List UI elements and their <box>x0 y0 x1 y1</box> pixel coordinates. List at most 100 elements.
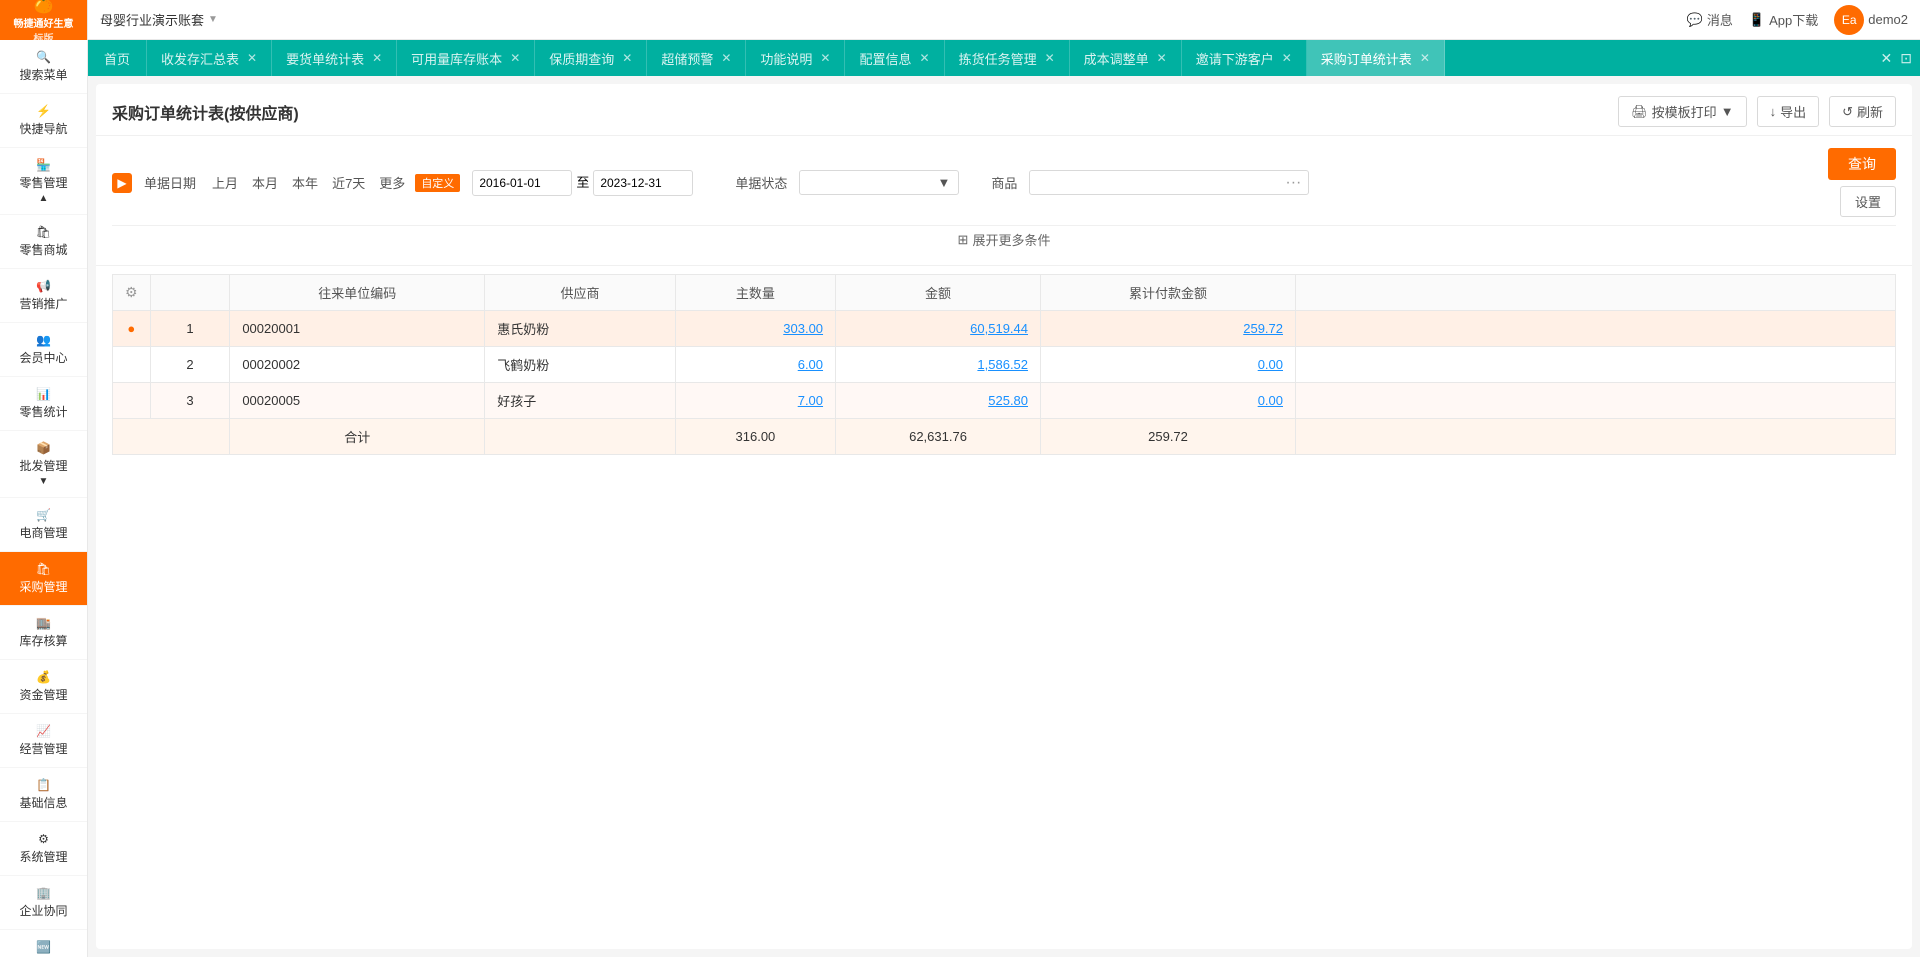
tab-cost-adjust[interactable]: 成本调整单 ✕ <box>1070 40 1182 76</box>
filter-toggle-button[interactable]: ▶ <box>112 173 132 193</box>
tab-purchase-stat[interactable]: 采购订单统计表 ✕ <box>1307 40 1445 76</box>
table-row[interactable]: 2 00020002 飞鹤奶粉 6.00 1,586.52 0.00 <box>113 347 1896 383</box>
tab-overstock[interactable]: 超储预警 ✕ <box>647 40 746 76</box>
sidebar-item-basic[interactable]: 📋 基础信息 <box>0 768 87 822</box>
tab-func-desc-label: 功能说明 <box>760 49 812 68</box>
date-shortcut-this-year[interactable]: 本年 <box>288 171 322 194</box>
tab-close-icon[interactable]: ✕ <box>1157 51 1167 65</box>
tab-stock-book-label: 可用量库存账本 <box>411 49 502 68</box>
template-print-button[interactable]: 🖨 按模板打印 ▼ <box>1618 96 1746 127</box>
status-select[interactable]: ▼ <box>799 170 959 195</box>
tab-close-icon[interactable]: ✕ <box>920 51 930 65</box>
expand-more-button[interactable]: ⊞ 展开更多条件 <box>112 225 1896 253</box>
footer-qty: 316.00 <box>675 419 835 455</box>
amount-link[interactable]: 525.80 <box>988 393 1028 408</box>
table-settings-icon[interactable]: ⚙ <box>125 284 138 300</box>
tab-purchase-stat-label: 采购订单统计表 <box>1321 49 1412 68</box>
tab-close-icon[interactable]: ✕ <box>372 51 382 65</box>
tab-close-icon[interactable]: ✕ <box>1420 51 1430 65</box>
tab-close-icon[interactable]: ✕ <box>721 51 731 65</box>
sidebar-item-stock[interactable]: 🏬 库存核算 <box>0 606 87 660</box>
tab-stock-book[interactable]: 可用量库存账本 ✕ <box>397 40 535 76</box>
refresh-button[interactable]: ↺ 刷新 <box>1829 96 1896 127</box>
goods-input[interactable] <box>1029 170 1309 195</box>
export-button[interactable]: ↓ 导出 <box>1757 96 1820 127</box>
goods-filter-label: 商品 <box>991 173 1017 192</box>
row-checkbox[interactable] <box>113 383 151 419</box>
tab-func-desc[interactable]: 功能说明 ✕ <box>746 40 845 76</box>
tab-invite-customer[interactable]: 邀请下游客户 ✕ <box>1182 40 1307 76</box>
amount-link[interactable]: 60,519.44 <box>970 321 1028 336</box>
table-row[interactable]: 3 00020005 好孩子 7.00 525.80 0.00 <box>113 383 1896 419</box>
qty-link[interactable]: 7.00 <box>798 393 823 408</box>
qty-link[interactable]: 303.00 <box>783 321 823 336</box>
workspace-selector[interactable]: 母婴行业演示账套 ▼ <box>100 10 218 29</box>
sidebar-item-search[interactable]: 🔍 搜索菜单 <box>0 40 87 94</box>
tab-collect-pay[interactable]: 收发存汇总表 ✕ <box>147 40 272 76</box>
paid-link[interactable]: 0.00 <box>1258 393 1283 408</box>
tab-close-icon[interactable]: ✕ <box>247 51 257 65</box>
tab-close-all-icon[interactable]: ✕ <box>1881 50 1893 67</box>
tab-close-icon[interactable]: ✕ <box>1282 51 1292 65</box>
tab-close-icon[interactable]: ✕ <box>510 51 520 65</box>
date-shortcut-more[interactable]: 更多 <box>375 171 409 194</box>
table-row[interactable]: ● 1 00020001 惠氏奶粉 303.00 60,519.44 259.7… <box>113 311 1896 347</box>
date-shortcut-7days[interactable]: 近7天 <box>328 171 369 194</box>
tab-home[interactable]: 首页 <box>88 40 147 76</box>
col-index-header <box>150 275 230 311</box>
sidebar-item-wholesale[interactable]: 📦 批发管理 ▼ <box>0 431 87 498</box>
row-amount: 525.80 <box>836 383 1041 419</box>
tab-goods-stat[interactable]: 要货单统计表 ✕ <box>272 40 397 76</box>
date-shortcut-this-month[interactable]: 本月 <box>248 171 282 194</box>
goods-input-more-icon[interactable]: ··· <box>1285 174 1301 192</box>
date-custom-tag[interactable]: 自定义 <box>415 174 460 192</box>
row-checkbox[interactable]: ● <box>113 311 151 347</box>
tab-collect-pay-label: 收发存汇总表 <box>161 49 239 68</box>
sidebar-item-quick-nav[interactable]: ⚡ 快捷导航 <box>0 94 87 148</box>
tab-controls: ✕ ⊡ <box>1873 40 1920 76</box>
sidebar-item-member[interactable]: 👥 会员中心 <box>0 323 87 377</box>
user-profile[interactable]: Ea demo2 <box>1834 5 1908 35</box>
chevron-down-icon: ▼ <box>39 476 49 487</box>
table-header-row: ⚙ 往来单位编码 供应商 主数量 金额 累计付款金额 <box>113 275 1896 311</box>
row-checkbox[interactable] <box>113 347 151 383</box>
row-amount: 1,586.52 <box>836 347 1041 383</box>
sidebar-item-guide[interactable]: 🆕 新手引导 <box>0 930 87 957</box>
row-extra <box>1296 347 1896 383</box>
date-separator: 至 <box>576 170 589 196</box>
sidebar-item-marketing[interactable]: 📢 营销推广 <box>0 269 87 323</box>
sidebar-item-system[interactable]: ⚙ 系统管理 <box>0 822 87 876</box>
sidebar-item-operation[interactable]: 📈 经营管理 <box>0 714 87 768</box>
tab-config[interactable]: 配置信息 ✕ <box>845 40 944 76</box>
sidebar-item-retail-store[interactable]: 🛍 零售商城 <box>0 215 87 269</box>
qty-link[interactable]: 6.00 <box>798 357 823 372</box>
store-icon: 🛍 <box>36 225 51 239</box>
paid-link[interactable]: 259.72 <box>1243 321 1283 336</box>
query-button[interactable]: 查询 <box>1828 148 1896 180</box>
tab-expire-query[interactable]: 保质期查询 ✕ <box>535 40 647 76</box>
footer-paid-amount: 259.72 <box>1041 419 1296 455</box>
tab-close-icon[interactable]: ✕ <box>1045 51 1055 65</box>
retail-stat-icon: 📊 <box>36 387 51 401</box>
paid-link[interactable]: 0.00 <box>1258 357 1283 372</box>
sidebar-item-enterprise[interactable]: 🏢 企业协同 <box>0 876 87 930</box>
tab-expand-icon[interactable]: ⊡ <box>1900 50 1912 67</box>
app-download-button[interactable]: 📱 App下载 <box>1749 10 1818 29</box>
message-button[interactable]: 💬 消息 <box>1687 10 1733 29</box>
tab-close-icon[interactable]: ✕ <box>820 51 830 65</box>
footer-extra <box>1296 419 1896 455</box>
row-index: 2 <box>150 347 230 383</box>
sidebar-item-purchase[interactable]: 🛍 采购管理 <box>0 552 87 606</box>
settings-button[interactable]: 设置 <box>1840 186 1896 217</box>
date-end-input[interactable] <box>593 170 693 196</box>
sidebar-item-retail[interactable]: 🏪 零售管理 ▲ <box>0 148 87 215</box>
sidebar-item-retail-stat[interactable]: 📊 零售统计 <box>0 377 87 431</box>
sidebar-item-label: 批发管理 <box>19 457 67 474</box>
amount-link[interactable]: 1,586.52 <box>977 357 1028 372</box>
tab-picking[interactable]: 拣货任务管理 ✕ <box>945 40 1070 76</box>
date-start-input[interactable] <box>472 170 572 196</box>
sidebar-item-ecommerce[interactable]: 🛒 电商管理 <box>0 498 87 552</box>
sidebar-item-finance[interactable]: 💰 资金管理 <box>0 660 87 714</box>
date-shortcut-last-month[interactable]: 上月 <box>208 171 242 194</box>
tab-close-icon[interactable]: ✕ <box>622 51 632 65</box>
